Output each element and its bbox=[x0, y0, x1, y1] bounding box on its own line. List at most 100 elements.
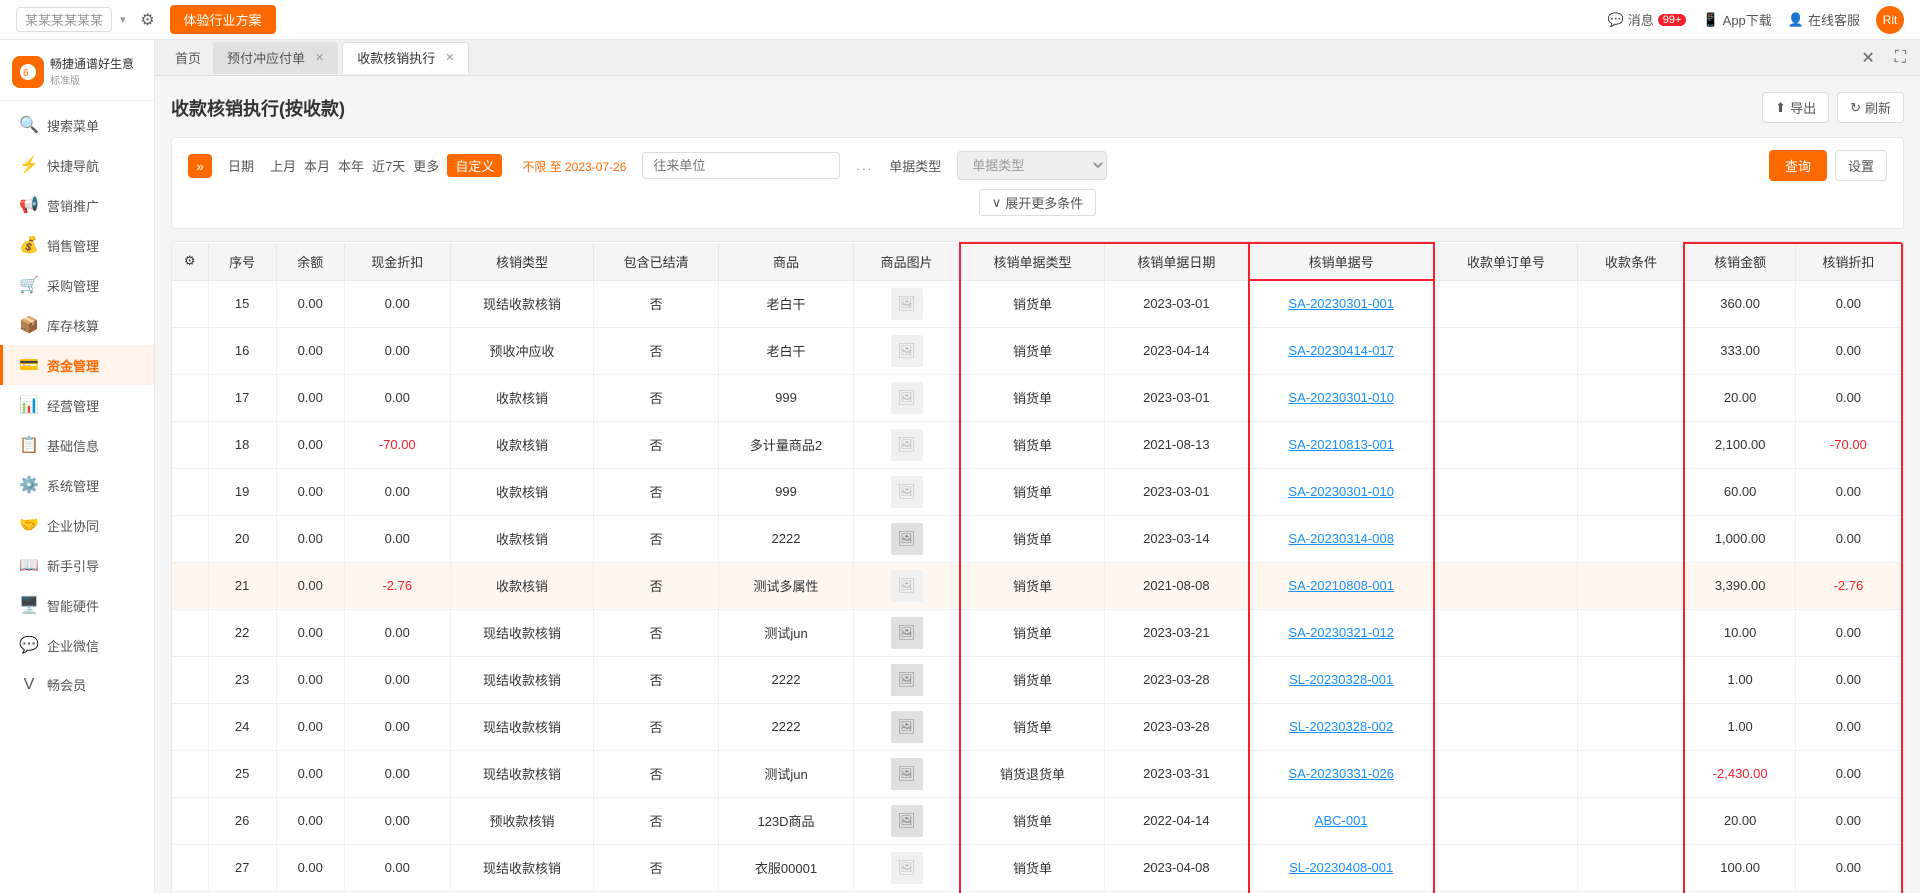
tab-collection-close-icon[interactable]: ✕ bbox=[445, 51, 454, 64]
product-image: 🖼 bbox=[891, 805, 923, 837]
sidebar-item-search[interactable]: 🔍 搜索菜单 bbox=[0, 105, 154, 145]
td-verify-no[interactable]: SA-20230301-010 bbox=[1249, 374, 1434, 421]
td-verify-discount: -70.00 bbox=[1795, 421, 1902, 468]
messages-item[interactable]: 💬 消息 99+ bbox=[1608, 10, 1687, 29]
td-verify-no[interactable]: SA-20230321-012 bbox=[1249, 609, 1434, 656]
sidebar-item-label: 营销推广 bbox=[47, 196, 99, 215]
sidebar-item-label: 快捷导航 bbox=[47, 156, 99, 175]
td-verify-no[interactable]: ABC-001 bbox=[1249, 797, 1434, 844]
page-title: 收款核销执行(按收款) bbox=[171, 95, 345, 121]
sidebar-item-inventory[interactable]: 📦 库存核算 bbox=[0, 305, 154, 345]
sidebar-item-quick-nav[interactable]: ⚡ 快捷导航 bbox=[0, 145, 154, 185]
filter-collapse-button[interactable]: » bbox=[188, 154, 212, 178]
filter-dots: ... bbox=[856, 158, 873, 173]
td-receipt-order-no bbox=[1434, 703, 1578, 750]
refresh-button[interactable]: ↻ 刷新 bbox=[1837, 92, 1904, 123]
sidebar-item-finance[interactable]: 💳 资金管理 bbox=[0, 345, 154, 385]
sidebar-item-hardware[interactable]: 🖥️ 智能硬件 bbox=[0, 585, 154, 625]
td-verify-bill-type: 销货单 bbox=[960, 374, 1104, 421]
td-seq: 17 bbox=[208, 374, 276, 421]
th-gear[interactable]: ⚙ bbox=[172, 243, 208, 280]
td-gear bbox=[172, 750, 208, 797]
app-download-item[interactable]: 📱 App下载 bbox=[1702, 10, 1771, 29]
expand-conditions-button[interactable]: ∨ 展开更多条件 bbox=[979, 189, 1097, 216]
tab-home[interactable]: 首页 bbox=[163, 48, 213, 67]
date-prev-month[interactable]: 上月 bbox=[270, 156, 296, 175]
td-verify-amount: 3,390.00 bbox=[1684, 562, 1795, 609]
td-verify-amount: 2,100.00 bbox=[1684, 421, 1795, 468]
tab-prepay-close-icon[interactable]: ✕ bbox=[315, 51, 324, 64]
td-receipt-condition bbox=[1578, 609, 1685, 656]
sidebar-item-sales[interactable]: 💰 销售管理 bbox=[0, 225, 154, 265]
td-cash-discount: 0.00 bbox=[344, 280, 450, 327]
page-header: 收款核销执行(按收款) ⬆ 导出 ↻ 刷新 bbox=[171, 92, 1904, 123]
td-verify-no[interactable]: SA-20230301-010 bbox=[1249, 468, 1434, 515]
sidebar-item-system[interactable]: ⚙️ 系统管理 bbox=[0, 465, 154, 505]
td-verify-amount: 1.00 bbox=[1684, 703, 1795, 750]
sidebar-item-marketing[interactable]: 📢 营销推广 bbox=[0, 185, 154, 225]
td-verify-no[interactable]: SA-20230314-008 bbox=[1249, 515, 1434, 562]
td-verify-no[interactable]: SA-20210813-001 bbox=[1249, 421, 1434, 468]
sidebar-item-label: 畅会员 bbox=[47, 675, 86, 694]
service-item[interactable]: 👤 在线客服 bbox=[1788, 10, 1860, 29]
td-cash-discount: 0.00 bbox=[344, 374, 450, 421]
td-product: 测试jun bbox=[718, 609, 853, 656]
td-verify-type: 收款核销 bbox=[450, 468, 594, 515]
td-verify-amount: 360.00 bbox=[1684, 280, 1795, 327]
date-custom[interactable]: 自定义 bbox=[447, 154, 502, 177]
td-verify-no[interactable]: SA-20230331-026 bbox=[1249, 750, 1434, 797]
td-receipt-condition bbox=[1578, 703, 1685, 750]
td-gear bbox=[172, 797, 208, 844]
tab-close-window-button[interactable]: ✕ bbox=[1855, 46, 1880, 70]
td-seq: 20 bbox=[208, 515, 276, 562]
td-verify-discount: 0.00 bbox=[1795, 468, 1902, 515]
th-cash-discount: 现金折扣 bbox=[344, 243, 450, 280]
td-balance: 0.00 bbox=[276, 515, 344, 562]
company-name[interactable]: 某某某某某某 bbox=[16, 7, 112, 32]
td-seq: 16 bbox=[208, 327, 276, 374]
from-unit-input[interactable] bbox=[642, 152, 840, 179]
bill-type-select[interactable]: 单据类型 bbox=[957, 151, 1107, 180]
td-verify-no[interactable]: SL-20230328-001 bbox=[1249, 656, 1434, 703]
tab-maximize-button[interactable]: ⛶ bbox=[1889, 46, 1912, 70]
table-scroll[interactable]: ⚙ 序号 余额 现金折扣 核销类型 包含已结清 商品 商品图片 核销单据类型 核… bbox=[172, 242, 1903, 893]
sidebar-item-wechat[interactable]: 💬 企业微信 bbox=[0, 625, 154, 665]
sidebar-item-purchase[interactable]: 🛒 采购管理 bbox=[0, 265, 154, 305]
query-button[interactable]: 查询 bbox=[1769, 150, 1827, 181]
td-verify-no[interactable]: SA-20230301-001 bbox=[1249, 280, 1434, 327]
td-verify-date: 2023-03-01 bbox=[1104, 374, 1248, 421]
td-verify-bill-type: 销货单 bbox=[960, 468, 1104, 515]
company-dropdown-icon[interactable]: ▾ bbox=[120, 13, 126, 26]
date-current-year[interactable]: 本年 bbox=[338, 156, 364, 175]
date-7days[interactable]: 近7天 bbox=[372, 156, 405, 175]
tab-collection[interactable]: 收款核销执行 ✕ bbox=[342, 42, 469, 74]
td-seq: 23 bbox=[208, 656, 276, 703]
td-verify-no[interactable]: SA-20210808-001 bbox=[1249, 562, 1434, 609]
td-product-img: 🖼 bbox=[854, 562, 961, 609]
td-verify-no[interactable]: SL-20230328-002 bbox=[1249, 703, 1434, 750]
solution-button[interactable]: 体验行业方案 bbox=[170, 5, 276, 34]
export-button[interactable]: ⬆ 导出 bbox=[1762, 92, 1829, 123]
filter-setting-button[interactable]: 设置 bbox=[1835, 150, 1887, 181]
bill-type-label: 单据类型 bbox=[889, 156, 941, 175]
tab-prepay[interactable]: 预付冲应付单 ✕ bbox=[213, 42, 338, 74]
user-avatar[interactable]: Rit bbox=[1876, 6, 1904, 34]
td-seq: 18 bbox=[208, 421, 276, 468]
date-current-month[interactable]: 本月 bbox=[304, 156, 330, 175]
sidebar-item-basic[interactable]: 📋 基础信息 bbox=[0, 425, 154, 465]
td-product: 999 bbox=[718, 374, 853, 421]
sidebar-item-label: 资金管理 bbox=[47, 356, 99, 375]
td-seq: 27 bbox=[208, 844, 276, 891]
sidebar-item-cooperation[interactable]: 🤝 企业协同 bbox=[0, 505, 154, 545]
td-product: 2222 bbox=[718, 515, 853, 562]
date-more[interactable]: 更多 bbox=[413, 156, 439, 175]
td-verify-type: 现结收款核销 bbox=[450, 609, 594, 656]
table-row: 240.000.00现结收款核销否2222🖼销货单2023-03-28SL-20… bbox=[172, 703, 1902, 750]
sidebar-item-operations[interactable]: 📊 经营管理 bbox=[0, 385, 154, 425]
td-verify-discount: 0.00 bbox=[1795, 280, 1902, 327]
td-verify-no[interactable]: SA-20230414-017 bbox=[1249, 327, 1434, 374]
sidebar-item-member[interactable]: V 畅会员 bbox=[0, 665, 154, 704]
sidebar-item-guide[interactable]: 📖 新手引导 bbox=[0, 545, 154, 585]
td-verify-no[interactable]: SL-20230408-001 bbox=[1249, 844, 1434, 891]
settings-icon[interactable]: ⚙ bbox=[134, 6, 162, 34]
